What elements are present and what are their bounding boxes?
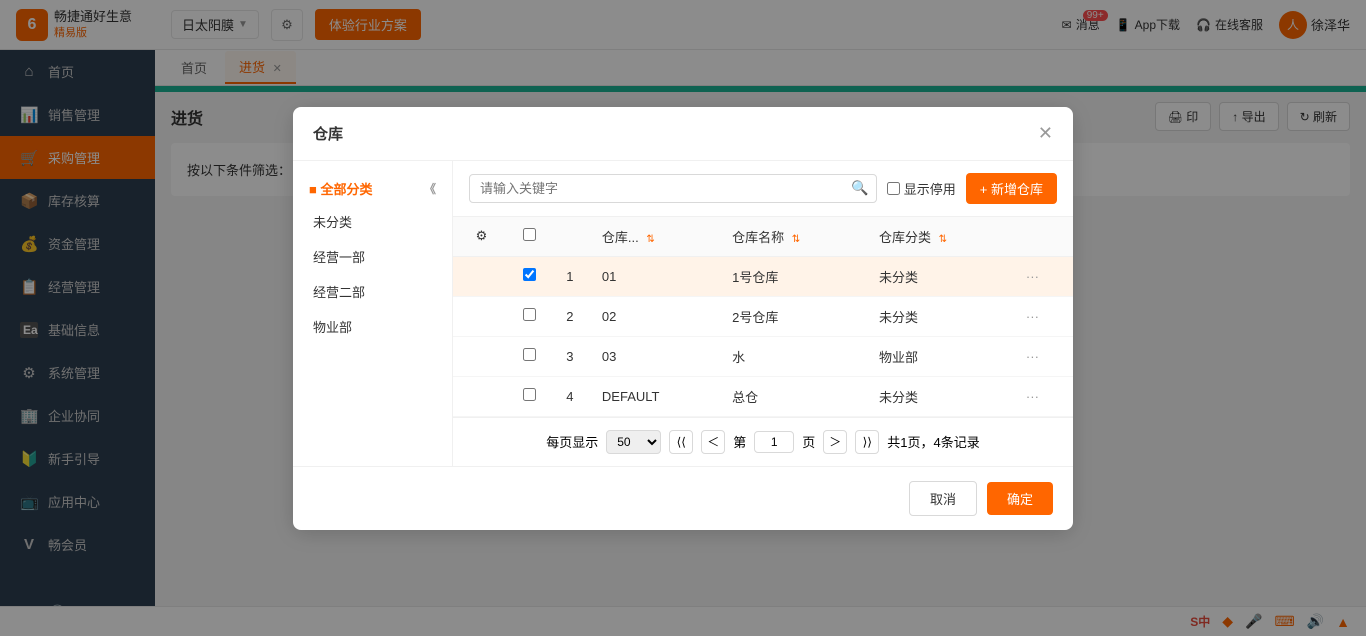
row-code: 02 (590, 296, 720, 336)
sort-code-icon: ⇅ (646, 234, 654, 245)
prev-page-button[interactable]: ＜ (701, 430, 725, 454)
per-page-select[interactable]: 50 20 100 (606, 430, 661, 454)
cancel-button[interactable]: 取消 (909, 481, 977, 516)
row-gear (453, 376, 510, 416)
content-panel: 🔍 显示停用 + 新增仓库 ⚙ (453, 161, 1073, 466)
page-unit: 页 (802, 432, 815, 451)
category-panel: ■ 全部分类 《 未分类 经营一部 经营二部 物业部 (293, 161, 453, 466)
col-name[interactable]: 仓库名称 ⇅ (720, 217, 867, 257)
category-all-label: ■ 全部分类 (309, 179, 372, 198)
show-disabled-toggle[interactable]: 显示停用 (887, 179, 956, 198)
col-checkbox (510, 217, 550, 257)
table-row[interactable]: 2 02 2号仓库 未分类 ··· (453, 296, 1073, 336)
modal-header: 仓库 ✕ (293, 107, 1073, 161)
col-num (550, 217, 590, 257)
collapse-icon[interactable]: 《 (424, 180, 436, 197)
per-page-label: 每页显示 (546, 432, 598, 451)
row-category: 物业部 (867, 336, 1014, 376)
total-info: 共1页，4条记录 (887, 432, 979, 451)
row-checkbox-cell (510, 336, 550, 376)
last-page-button[interactable]: ⟩⟩ (855, 430, 879, 454)
modal-footer: 取消 确定 (293, 466, 1073, 530)
row-gear (453, 256, 510, 296)
row-checkbox-cell (510, 296, 550, 336)
table: ⚙ 仓库... ⇅ 仓库名称 (453, 217, 1073, 417)
sort-name-icon: ⇅ (792, 234, 800, 245)
search-input[interactable] (469, 174, 877, 203)
page-label: 第 (733, 432, 746, 451)
first-page-button[interactable]: ⟨⟨ (669, 430, 693, 454)
category-all[interactable]: ■ 全部分类 《 (293, 173, 452, 204)
row-checkbox[interactable] (523, 308, 536, 321)
confirm-button[interactable]: 确定 (987, 482, 1053, 515)
category-item-ops2[interactable]: 经营二部 (293, 274, 452, 309)
table-row[interactable]: 1 01 1号仓库 未分类 ··· (453, 256, 1073, 296)
content-toolbar: 🔍 显示停用 + 新增仓库 (453, 161, 1073, 217)
row-name: 2号仓库 (720, 296, 867, 336)
row-gear (453, 336, 510, 376)
row-actions: ··· (1014, 296, 1073, 336)
row-actions: ··· (1014, 336, 1073, 376)
row-gear (453, 296, 510, 336)
row-name: 总仓 (720, 376, 867, 416)
category-item-unclassified[interactable]: 未分类 (293, 204, 452, 239)
row-num: 4 (550, 376, 590, 416)
row-num: 3 (550, 336, 590, 376)
row-category: 未分类 (867, 296, 1014, 336)
page-input[interactable] (754, 431, 794, 453)
new-warehouse-button[interactable]: + 新增仓库 (966, 173, 1057, 204)
row-code: 03 (590, 336, 720, 376)
category-item-ops1[interactable]: 经营一部 (293, 239, 452, 274)
row-checkbox[interactable] (523, 268, 536, 281)
modal-title: 仓库 (313, 123, 343, 144)
table-row[interactable]: 3 03 水 物业部 ··· (453, 336, 1073, 376)
row-actions: ··· (1014, 376, 1073, 416)
table-row[interactable]: 4 DEFAULT 总仓 未分类 ··· (453, 376, 1073, 416)
next-page-button[interactable]: ＞ (823, 430, 847, 454)
row-name: 水 (720, 336, 867, 376)
row-actions: ··· (1014, 256, 1073, 296)
warehouse-modal: 仓库 ✕ ■ 全部分类 《 未分类 经营一部 经营二部 (293, 107, 1073, 530)
modal-close-button[interactable]: ✕ (1038, 124, 1053, 142)
row-category: 未分类 (867, 256, 1014, 296)
search-icon: 🔍 (851, 180, 868, 197)
row-checkbox-cell (510, 256, 550, 296)
row-num: 1 (550, 256, 590, 296)
modal-body: ■ 全部分类 《 未分类 经营一部 经营二部 物业部 (293, 161, 1073, 466)
col-settings: ⚙ (453, 217, 510, 257)
search-box: 🔍 (469, 174, 877, 203)
row-checkbox-cell (510, 376, 550, 416)
modal-overlay: 仓库 ✕ ■ 全部分类 《 未分类 经营一部 经营二部 (0, 0, 1366, 636)
show-disabled-checkbox[interactable] (887, 182, 900, 195)
row-name: 1号仓库 (720, 256, 867, 296)
row-num: 2 (550, 296, 590, 336)
select-all-checkbox[interactable] (523, 228, 536, 241)
pagination-bar: 每页显示 50 20 100 ⟨⟨ ＜ 第 页 ＞ ⟩⟩ 共1页，4条记录 (453, 417, 1073, 466)
row-code: 01 (590, 256, 720, 296)
row-code: DEFAULT (590, 376, 720, 416)
category-item-property[interactable]: 物业部 (293, 309, 452, 344)
table-body: 1 01 1号仓库 未分类 ··· 2 02 2号仓库 未分类 ··· 3 03… (453, 256, 1073, 416)
col-actions (1014, 217, 1073, 257)
row-category: 未分类 (867, 376, 1014, 416)
row-checkbox[interactable] (523, 388, 536, 401)
col-code[interactable]: 仓库... ⇅ (590, 217, 720, 257)
col-category[interactable]: 仓库分类 ⇅ (867, 217, 1014, 257)
row-checkbox[interactable] (523, 348, 536, 361)
table-header-row: ⚙ 仓库... ⇅ 仓库名称 (453, 217, 1073, 257)
sort-category-icon: ⇅ (939, 234, 947, 245)
warehouse-table: ⚙ 仓库... ⇅ 仓库名称 (453, 217, 1073, 417)
